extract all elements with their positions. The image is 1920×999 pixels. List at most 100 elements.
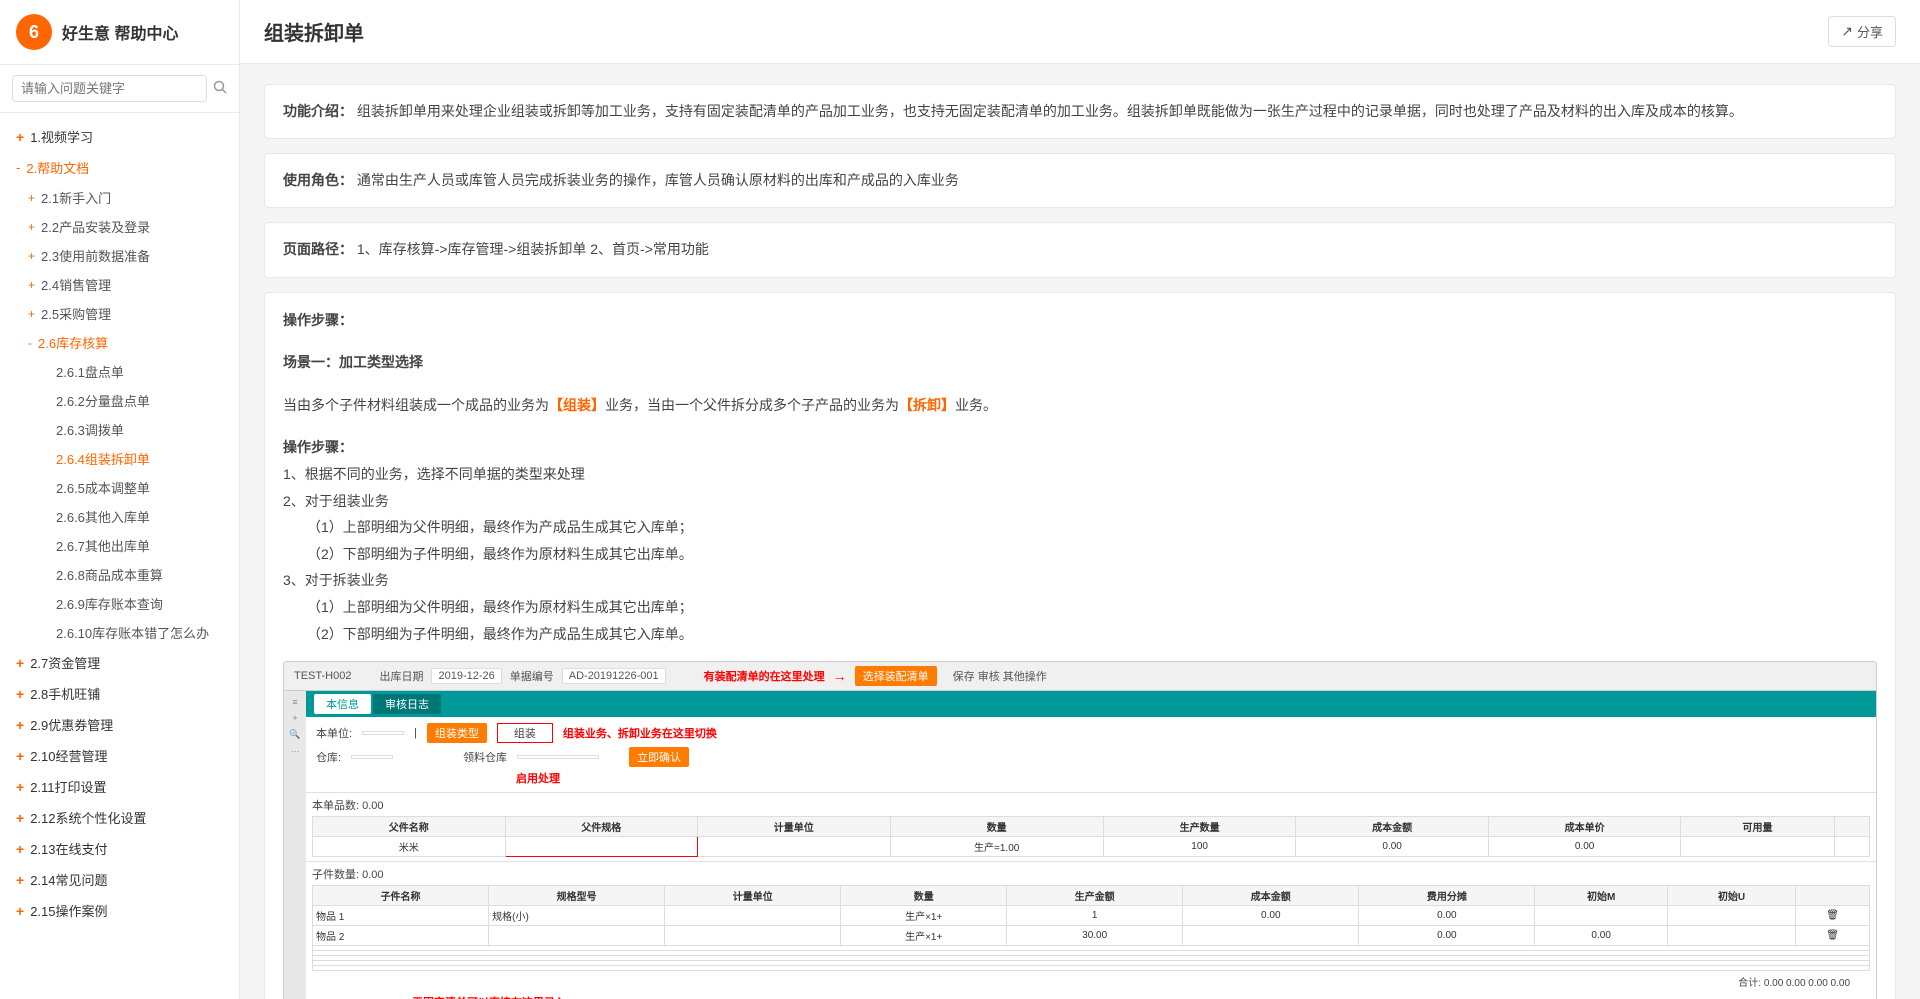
- sidebar-item-video-label: 1.视频学习: [30, 127, 93, 146]
- ops-label: 操作步骤：: [283, 312, 353, 328]
- sidebar-item-coupon[interactable]: + 2.9优惠券管理: [0, 709, 239, 740]
- steps-block: 操作步骤： 场景一：加工类型选择 当由多个子件材料组装成一个成品的业务为【组装】…: [264, 292, 1896, 999]
- screenshot-form-row1: 本单位: | 组装类型 组装 组装业务、拆卸业务在这里切换: [316, 723, 1866, 743]
- screenshot-left-bar: ≡ + 🔍 ⋯: [284, 691, 306, 999]
- screenshot-docno-label: 单据编号: [510, 668, 554, 684]
- sidebar-item-assembly[interactable]: 2.6.4组装拆卸单: [48, 444, 239, 473]
- main-header: 组装拆卸单 ↗ 分享: [240, 0, 1920, 64]
- screenshot-btn-select: 选择装配清单: [855, 666, 937, 686]
- screenshot-date: 2019-12-26: [431, 668, 501, 684]
- screenshot-tab2: 审核日志: [373, 694, 441, 714]
- path-label: 页面路径：: [283, 241, 353, 257]
- sidebar-item-beginner[interactable]: + 2.1新手入门: [28, 183, 239, 212]
- path-text: 1、库存核算->库存管理->组装拆卸单 2、首页->常用功能: [357, 241, 709, 257]
- plus-icon: +: [16, 841, 24, 857]
- screenshot-lower-table-area: 子件数量: 0.00 子件名称 规格型号 计量单位 数量 生产金额: [306, 862, 1876, 999]
- sidebar-item-customize[interactable]: + 2.12系统个性化设置: [0, 802, 239, 833]
- ops-steps-label: 操作步骤：: [283, 439, 353, 455]
- screenshot-annotation2: 组装业务、拆卸业务在这里切换: [563, 728, 717, 740]
- path-block: 页面路径： 1、库存核算->库存管理->组装拆卸单 2、首页->常用功能: [264, 222, 1896, 277]
- main-content: 组装拆卸单 ↗ 分享 功能介绍： 组装拆卸单用来处理企业组装或拆卸等加工业务，支…: [240, 0, 1920, 999]
- plus-icon: +: [16, 779, 24, 795]
- role-text: 通常由生产人员或库管人员完成拆装业务的操作，库管人员确认原材料的出库和产成品的入…: [357, 172, 959, 188]
- step1: 1、根据不同的业务，选择不同单据的类型来处理: [283, 461, 1877, 488]
- sidebar-item-docs[interactable]: - 2.帮助文档: [0, 152, 239, 183]
- plus-icon: +: [16, 903, 24, 919]
- feature-intro-block: 功能介绍： 组装拆卸单用来处理企业组装或拆卸等加工业务，支持有固定装配清单的产品…: [264, 84, 1896, 139]
- sidebar-item-faq[interactable]: + 2.14常见问题: [0, 864, 239, 895]
- screenshot-main: 本信息 审核日志 本单位: | 组装类型 组装: [306, 691, 1876, 999]
- sidebar-item-mobile[interactable]: + 2.8手机旺铺: [0, 678, 239, 709]
- sidebar-item-cases[interactable]: + 2.15操作案例: [0, 895, 239, 926]
- content-area: 功能介绍： 组装拆卸单用来处理企业组装或拆卸等加工业务，支持有固定装配清单的产品…: [240, 64, 1920, 999]
- sidebar-item-other-out[interactable]: 2.6.7其他出库单: [48, 531, 239, 560]
- expand-icon: +: [28, 249, 35, 263]
- screenshot-annotation3-row: 启用处理: [316, 770, 1866, 786]
- plus-icon: +: [16, 129, 24, 145]
- scene1-desc: 当由多个子件材料组装成一个成品的业务为【组装】业务，当由一个父件拆分成多个子产品…: [283, 392, 1877, 419]
- screenshot-tab1: 本信息: [314, 694, 371, 714]
- step2: 2、对于组装业务: [283, 488, 1877, 515]
- sidebar-item-data-prep[interactable]: + 2.3使用前数据准备: [28, 241, 239, 270]
- step3: 3、对于拆装业务: [283, 567, 1877, 594]
- sidebar-item-video[interactable]: + 1.视频学习: [0, 121, 239, 152]
- screenshot-docno: AD-20191226-001: [562, 668, 666, 684]
- sidebar-item-ledger[interactable]: 2.6.9库存账本查询: [48, 589, 239, 618]
- plus-icon: +: [16, 810, 24, 826]
- logo-icon: 6: [16, 14, 52, 50]
- screenshot-date-label: 出库日期: [379, 668, 423, 684]
- screenshot-type-btn: 组装类型: [427, 723, 487, 743]
- sidebar-item-inventory[interactable]: - 2.6库存核算: [28, 328, 239, 357]
- sidebar-item-install[interactable]: + 2.2产品安装及登录: [28, 212, 239, 241]
- sidebar-item-payment[interactable]: + 2.13在线支付: [0, 833, 239, 864]
- sidebar-item-ledger-fix[interactable]: 2.6.10库存账本错了怎么办: [48, 618, 239, 647]
- plus-icon: +: [16, 748, 24, 764]
- plus-icon: +: [16, 717, 24, 733]
- screenshot-body: ≡ + 🔍 ⋯ 本信息 审核日志: [284, 691, 1876, 999]
- screenshot-totals: 合计: 0.00 0.00 0.00 0.00: [312, 974, 1870, 989]
- screenshot-wrapper: TEST-H002 出库日期 2019-12-26 单据编号 AD-201912…: [283, 661, 1877, 999]
- sidebar-item-sales[interactable]: + 2.4销售管理: [28, 270, 239, 299]
- sidebar-nav: + 1.视频学习 - 2.帮助文档 + 2.1新手入门 + 2.2产品安装及登录…: [0, 113, 239, 999]
- screenshot-upper-table: 父件名称 父件规格 计量单位 数量 生产数量 成本金额 成本单价 可用量: [312, 816, 1870, 857]
- search-input[interactable]: [12, 75, 207, 102]
- nav-sub-docs: + 2.1新手入门 + 2.2产品安装及登录 + 2.3使用前数据准备 + 2.…: [0, 183, 239, 647]
- screenshot-form-row2: 仓库: 领料仓库 立即确认: [316, 747, 1866, 767]
- sidebar-item-finance[interactable]: + 2.7资金管理: [0, 647, 239, 678]
- sidebar-item-cost-recalc[interactable]: 2.6.8商品成本重算: [48, 560, 239, 589]
- screenshot-form: 本单位: | 组装类型 组装 组装业务、拆卸业务在这里切换 仓库:: [306, 717, 1876, 793]
- screenshot-tabs: 本信息 审核日志: [306, 691, 1876, 717]
- sidebar-item-ops[interactable]: + 2.10经营管理: [0, 740, 239, 771]
- role-label: 使用角色：: [283, 172, 353, 188]
- search-button[interactable]: [213, 80, 227, 97]
- sidebar-item-purchase[interactable]: + 2.5采购管理: [28, 299, 239, 328]
- scene1-label: 场景一：加工类型选择: [283, 354, 423, 370]
- screenshot-annotation3: 启用处理: [516, 773, 560, 785]
- expand-icon: +: [28, 278, 35, 292]
- sidebar-item-count[interactable]: 2.6.1盘点单: [48, 357, 239, 386]
- screenshot-app-id: TEST-H002: [294, 670, 351, 682]
- sidebar-item-cost-adj[interactable]: 2.6.5成本调整单: [48, 473, 239, 502]
- sidebar-item-transfer[interactable]: 2.6.3调拨单: [48, 415, 239, 444]
- app-title: 好生意 帮助中心: [62, 20, 178, 44]
- sidebar-item-other-in[interactable]: 2.6.6其他入库单: [48, 502, 239, 531]
- sidebar-item-docs-label: 2.帮助文档: [26, 158, 89, 177]
- screenshot-lower-table: 子件名称 规格型号 计量单位 数量 生产金额 成本金额 费用分摊 初始M 初始U: [312, 885, 1870, 971]
- plus-icon: +: [16, 872, 24, 888]
- feature-intro-label: 功能介绍：: [283, 103, 353, 119]
- share-button[interactable]: ↗ 分享: [1828, 16, 1896, 47]
- nav-sub-sub-inventory: 2.6.1盘点单 2.6.2分量盘点单 2.6.3调拨单 2.6.4组装拆卸单 …: [28, 357, 239, 647]
- expand-icon: +: [28, 191, 35, 205]
- role-block: 使用角色： 通常由生产人员或库管人员完成拆装业务的操作，库管人员确认原材料的出库…: [264, 153, 1896, 208]
- share-icon: ↗: [1841, 23, 1853, 40]
- sidebar-item-print[interactable]: + 2.11打印设置: [0, 771, 239, 802]
- step3-1: （1）上部明细为父件明细，最终作为原材料生成其它出库单；: [283, 594, 1877, 621]
- sidebar-item-partial-count[interactable]: 2.6.2分量盘点单: [48, 386, 239, 415]
- step2-1: （1）上部明细为父件明细，最终作为产成品生成其它入库单；: [283, 514, 1877, 541]
- screenshot-save-label: 保存 审核 其他操作: [953, 668, 1047, 684]
- step3-2: （2）下部明细为子件明细，最终作为产成品生成其它入库单。: [283, 621, 1877, 648]
- step2-2: （2）下部明细为子件明细，最终作为原材料生成其它出库单。: [283, 541, 1877, 568]
- search-box: [0, 65, 239, 113]
- screenshot-upper-table-label: 本单品数: 0.00: [312, 797, 1870, 813]
- screenshot-upper-table-area: 本单品数: 0.00 父件名称 父件规格 计量单位 数量 生产数量: [306, 793, 1876, 862]
